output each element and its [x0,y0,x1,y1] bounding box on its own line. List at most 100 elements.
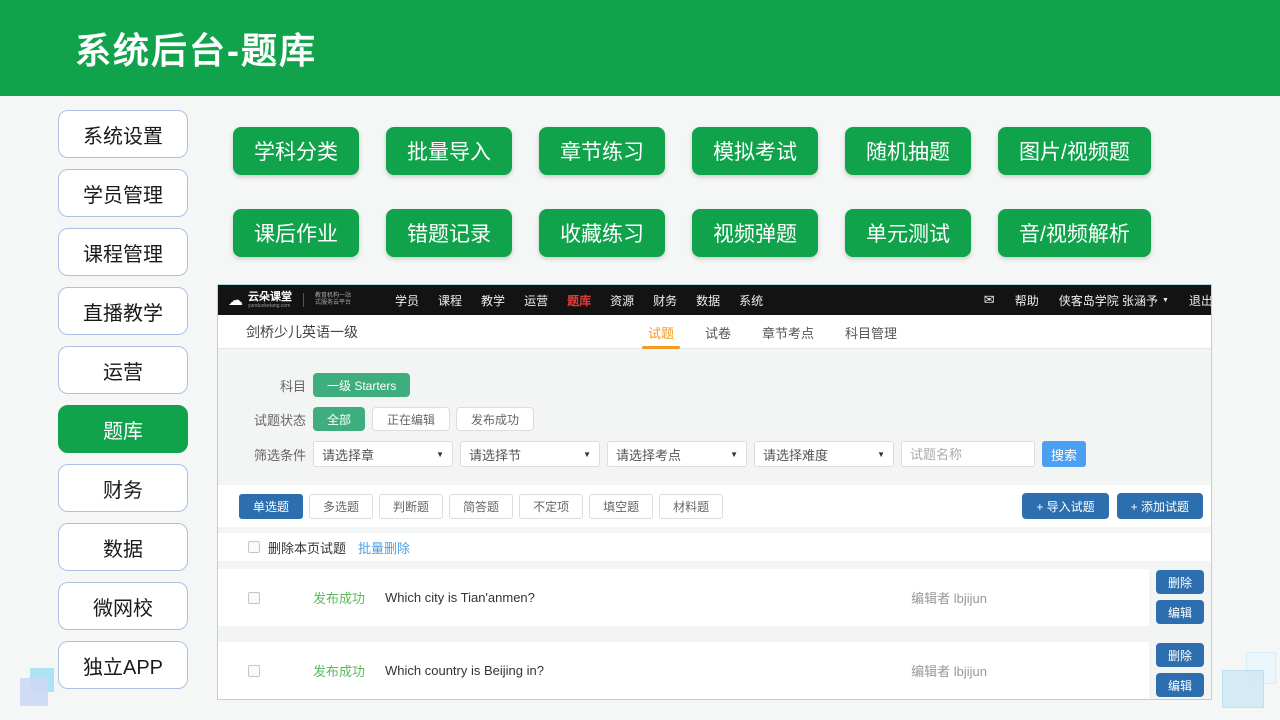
admin-subheader: 剑桥少儿英语一级 试题 试卷 章节考点 科目管理 [218,315,1211,349]
batch-actions-row: 删除本页试题 批量删除 [218,533,1211,561]
feature-row-2: 课后作业 错题记录 收藏练习 视频弹题 单元测试 音/视频解析 [233,209,1173,257]
menu-operations[interactable]: 运营 [524,292,548,309]
logo-tagline-2: 式服务云平台 [315,300,351,307]
sidebar-item-operations[interactable]: 运营 [58,346,188,394]
tab-papers[interactable]: 试卷 [705,315,731,349]
subject-value-chip[interactable]: 一级 Starters [313,373,410,397]
course-title: 剑桥少儿英语一级 [246,322,358,342]
subheader-tabs: 试题 试卷 章节考点 科目管理 [648,315,897,349]
qtype-indefinite[interactable]: 不定项 [519,494,583,519]
feature-image-video-question[interactable]: 图片/视频题 [998,127,1151,175]
editor-label: 编辑者 lbjijun [911,661,987,680]
chevron-down-icon: ▼ [1162,297,1169,304]
feature-wrong-question-record[interactable]: 错题记录 [386,209,512,257]
feature-favorite-practice[interactable]: 收藏练习 [539,209,665,257]
search-button[interactable]: 搜索 [1042,441,1086,467]
delete-button[interactable]: 删除 [1156,570,1204,594]
feature-buttons: 学科分类 批量导入 章节练习 模拟考试 随机抽题 图片/视频题 课后作业 错题记… [233,127,1173,291]
feature-unit-test[interactable]: 单元测试 [845,209,971,257]
admin-screenshot: ☁ 云朵课堂 yunduoketang.com 教育机构一站 式服务云平台 学员… [217,284,1212,700]
logo-name: 云朵课堂 [248,292,292,303]
dropdown-arrow-icon: ▼ [583,450,591,459]
sidebar-item-question-bank[interactable]: 题库 [58,405,188,453]
qtype-material[interactable]: 材料题 [659,494,723,519]
sidebar-item-finance[interactable]: 财务 [58,464,188,512]
feature-chapter-practice[interactable]: 章节练习 [539,127,665,175]
sidebar-item-student-management[interactable]: 学员管理 [58,169,188,217]
menu-course[interactable]: 课程 [438,292,462,309]
sidebar-item-course-management[interactable]: 课程管理 [58,228,188,276]
delete-page-label: 删除本页试题 [268,538,346,557]
status-badge: 发布成功 [313,661,365,680]
edit-button[interactable]: 编辑 [1156,673,1204,697]
menu-teaching[interactable]: 教学 [481,292,505,309]
subject-label: 科目 [218,376,306,395]
tab-chapter-points[interactable]: 章节考点 [762,315,814,349]
import-questions-button[interactable]: + 导入试题 [1022,493,1108,519]
feature-video-popup-question[interactable]: 视频弹题 [692,209,818,257]
cloud-logo-icon: ☁ [228,291,243,309]
menu-finance[interactable]: 财务 [653,292,677,309]
logo: ☁ 云朵课堂 yunduoketang.com 教育机构一站 式服务云平台 [228,291,351,309]
dropdown-arrow-icon: ▼ [436,450,444,459]
feature-audio-video-analysis[interactable]: 音/视频解析 [998,209,1151,257]
account-menu[interactable]: 侠客岛学院 张涵予 ▼ [1059,292,1169,309]
edit-button[interactable]: 编辑 [1156,600,1204,624]
qtype-true-false[interactable]: 判断题 [379,494,443,519]
menu-data[interactable]: 数据 [696,292,720,309]
qtype-fill-blank[interactable]: 填空题 [589,494,653,519]
filter-section: 科目 一级 Starters 试题状态 全部 正在编辑 发布成功 筛选条件 请选… [218,373,1211,467]
row-checkbox[interactable] [248,592,260,604]
filter-row-subject: 科目 一级 Starters [218,373,1211,397]
tab-subject-management[interactable]: 科目管理 [845,315,897,349]
feature-row-1: 学科分类 批量导入 章节练习 模拟考试 随机抽题 图片/视频题 [233,127,1173,175]
question-row: 发布成功 Which city is Tian'anmen? 编辑者 lbjij… [218,569,1211,626]
section-select[interactable]: 请选择节 ▼ [460,441,600,467]
decor-square [1222,670,1264,708]
status-editing-button[interactable]: 正在编辑 [372,407,450,431]
filter-row-status: 试题状态 全部 正在编辑 发布成功 [218,407,1211,431]
logout-link[interactable]: 退出 [1189,292,1212,309]
qtype-short-answer[interactable]: 简答题 [449,494,513,519]
add-question-button[interactable]: + 添加试题 [1117,493,1203,519]
point-select[interactable]: 请选择考点 ▼ [607,441,747,467]
qtype-single-choice[interactable]: 单选题 [239,494,303,519]
question-row: 发布成功 Which country is Beijing in? 编辑者 lb… [218,642,1211,699]
qtype-multi-choice[interactable]: 多选题 [309,494,373,519]
help-link[interactable]: 帮助 [1015,292,1039,309]
delete-button[interactable]: 删除 [1156,643,1204,667]
row-checkbox[interactable] [248,665,260,677]
sidebar-item-system-settings[interactable]: 系统设置 [58,110,188,158]
menu-student[interactable]: 学员 [395,292,419,309]
tab-questions[interactable]: 试题 [648,315,674,349]
sidebar-item-live-teaching[interactable]: 直播教学 [58,287,188,335]
status-all-button[interactable]: 全部 [313,407,365,431]
select-all-checkbox[interactable] [248,541,260,553]
mail-icon[interactable]: ✉ [984,292,995,308]
question-text: Which city is Tian'anmen? [385,590,535,605]
status-published-button[interactable]: 发布成功 [456,407,534,431]
feature-random-draw[interactable]: 随机抽题 [845,127,971,175]
feature-homework[interactable]: 课后作业 [233,209,359,257]
account-name: 侠客岛学院 张涵予 [1059,292,1158,309]
filter-row-conditions: 筛选条件 请选择章 ▼ 请选择节 ▼ 请选择考点 ▼ 请选择难度 ▼ 搜索 [218,441,1211,467]
chapter-select[interactable]: 请选择章 ▼ [313,441,453,467]
batch-delete-link[interactable]: 批量删除 [358,538,410,557]
page-title: 系统后台-题库 [75,22,317,74]
logo-tagline-1: 教育机构一站 [315,293,351,300]
sidebar-item-micro-school[interactable]: 微网校 [58,582,188,630]
sidebar-item-data[interactable]: 数据 [58,523,188,571]
sidebar-item-standalone-app[interactable]: 独立APP [58,641,188,689]
feature-mock-exam[interactable]: 模拟考试 [692,127,818,175]
menu-system[interactable]: 系统 [739,292,763,309]
difficulty-select[interactable]: 请选择难度 ▼ [754,441,894,467]
question-text: Which country is Beijing in? [385,663,544,678]
admin-nav: 学员 课程 教学 运营 题库 资源 财务 数据 系统 [395,292,763,309]
menu-resources[interactable]: 资源 [610,292,634,309]
admin-topbar: ☁ 云朵课堂 yunduoketang.com 教育机构一站 式服务云平台 学员… [218,285,1211,315]
status-badge: 发布成功 [313,588,365,607]
menu-question-bank[interactable]: 题库 [567,292,591,309]
feature-subject-category[interactable]: 学科分类 [233,127,359,175]
feature-batch-import[interactable]: 批量导入 [386,127,512,175]
question-name-input[interactable] [901,441,1035,467]
